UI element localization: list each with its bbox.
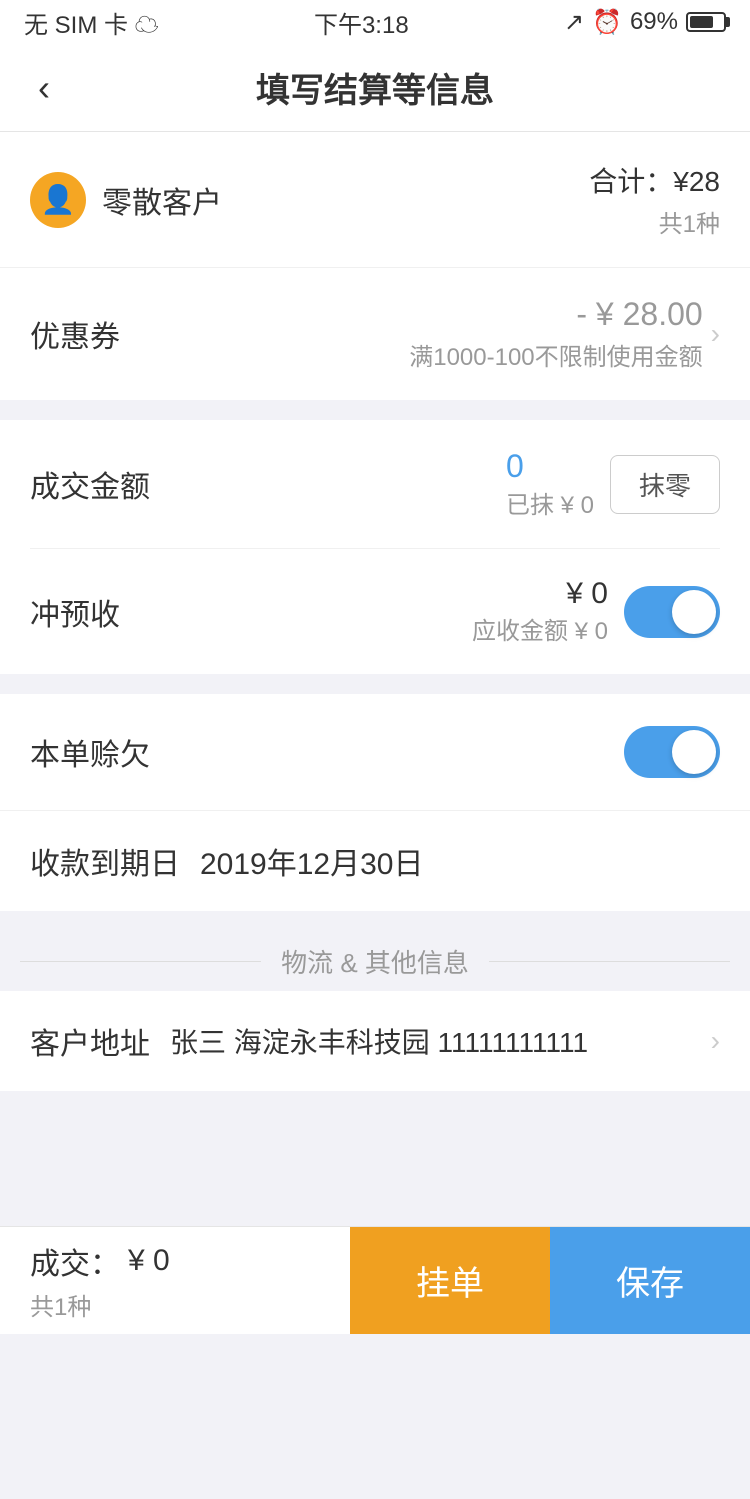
- coupon-row[interactable]: 优惠券 - ¥ 28.00 满1000-100不限制使用金额 ›: [0, 267, 750, 400]
- transaction-label: 成交金额: [30, 462, 150, 506]
- coupon-content: - ¥ 28.00 满1000-100不限制使用金额: [409, 296, 702, 372]
- nav-bar: ‹ 填写结算等信息: [0, 44, 750, 132]
- location-icon: ↗: [564, 8, 584, 37]
- debit-label: 本单赊欠: [30, 730, 150, 774]
- round-off-button[interactable]: 抹零: [610, 455, 720, 514]
- debit-row: 本单赊欠: [30, 694, 720, 810]
- logistics-label: 物流 & 其他信息: [281, 943, 469, 980]
- back-button[interactable]: ‹: [28, 57, 60, 119]
- due-date-value: 2019年12月30日: [200, 839, 423, 883]
- save-button[interactable]: 保存: [550, 1227, 750, 1334]
- status-bar: 无 SIM 卡 ☁ 下午3:18 ↗ ⏰ 69%: [0, 0, 750, 44]
- status-left: 无 SIM 卡 ☁: [24, 5, 159, 40]
- address-label: 客户地址: [30, 1019, 150, 1063]
- coupon-desc: 满1000-100不限制使用金额: [409, 337, 702, 372]
- prepayment-amount: ¥ 0: [472, 577, 608, 611]
- avatar: 👤: [30, 172, 86, 228]
- hold-button[interactable]: 挂单: [350, 1227, 550, 1334]
- person-icon: 👤: [41, 183, 76, 216]
- prepayment-label: 冲预收: [30, 590, 120, 634]
- customer-summary: 合计：¥28 共1种: [589, 160, 720, 239]
- address-chevron-icon: ›: [711, 1025, 720, 1057]
- customer-name: 零散客户: [102, 178, 222, 222]
- hold-label: 挂单: [416, 1256, 484, 1305]
- prepayment-amount-block: ¥ 0 应收金额 ¥ 0: [472, 577, 608, 646]
- chevron-right-icon: ›: [711, 318, 720, 350]
- transaction-right: 0 已抹 ¥ 0 抹零: [506, 448, 720, 520]
- toggle-knob: [672, 590, 716, 634]
- sim-status: 无 SIM 卡 ☁: [24, 5, 159, 40]
- prepayment-toggle[interactable]: [624, 586, 720, 638]
- customer-count: 共1种: [589, 204, 720, 239]
- transaction-sub: 已抹 ¥ 0: [506, 485, 594, 520]
- transaction-section: 成交金额 0 已抹 ¥ 0 抹零 冲预收 ¥ 0 应收金额 ¥ 0: [0, 420, 750, 674]
- battery-icon: [686, 12, 726, 32]
- coupon-label: 优惠券: [30, 312, 120, 356]
- customer-total: 合计：¥28: [589, 160, 720, 200]
- divider-1: [0, 400, 750, 420]
- status-right: ↗ ⏰ 69%: [564, 8, 726, 37]
- address-row[interactable]: 客户地址 张三 海淀永丰科技园 11111111111 ›: [0, 991, 750, 1091]
- coupon-right: - ¥ 28.00 满1000-100不限制使用金额 ›: [409, 296, 720, 372]
- bottom-amount-row: 成交： ¥ 0: [30, 1239, 320, 1283]
- due-date-row: 收款到期日 2019年12月30日: [0, 810, 750, 911]
- bottom-summary-label: 成交：: [30, 1239, 120, 1283]
- customer-row: 👤 零散客户 合计：¥28 共1种: [0, 132, 750, 267]
- divider-2: [0, 674, 750, 694]
- status-time: 下午3:18: [314, 5, 409, 40]
- address-value: 张三 海淀永丰科技园 11111111111: [170, 1021, 711, 1061]
- debit-toggle-knob: [672, 730, 716, 774]
- prepayment-right: ¥ 0 应收金额 ¥ 0: [472, 577, 720, 646]
- bottom-summary-amount: ¥ 0: [128, 1244, 170, 1278]
- customer-info: 👤 零散客户: [30, 172, 222, 228]
- debit-section: 本单赊欠: [0, 694, 750, 810]
- transaction-row: 成交金额 0 已抹 ¥ 0 抹零: [30, 420, 720, 549]
- bottom-count: 共1种: [30, 1287, 320, 1322]
- page-title: 填写结算等信息: [256, 63, 494, 112]
- battery-percentage: 69%: [630, 8, 678, 36]
- coupon-amount: - ¥ 28.00: [409, 296, 702, 333]
- logistics-section-label: 物流 & 其他信息: [0, 931, 750, 991]
- debit-toggle[interactable]: [624, 726, 720, 778]
- transaction-value: 0: [506, 448, 594, 485]
- bottom-bar: 成交： ¥ 0 共1种 挂单 保存: [0, 1226, 750, 1334]
- alarm-icon: ⏰: [592, 8, 622, 37]
- divider-3: [0, 911, 750, 931]
- prepayment-sub: 应收金额 ¥ 0: [472, 611, 608, 646]
- customer-card: 👤 零散客户 合计：¥28 共1种 优惠券 - ¥ 28.00 满1000-10…: [0, 132, 750, 400]
- save-label: 保存: [616, 1256, 684, 1305]
- due-date-label: 收款到期日: [30, 839, 180, 883]
- bottom-summary: 成交： ¥ 0 共1种: [0, 1227, 350, 1334]
- transaction-amount-block: 0 已抹 ¥ 0: [506, 448, 594, 520]
- prepayment-row: 冲预收 ¥ 0 应收金额 ¥ 0: [30, 549, 720, 674]
